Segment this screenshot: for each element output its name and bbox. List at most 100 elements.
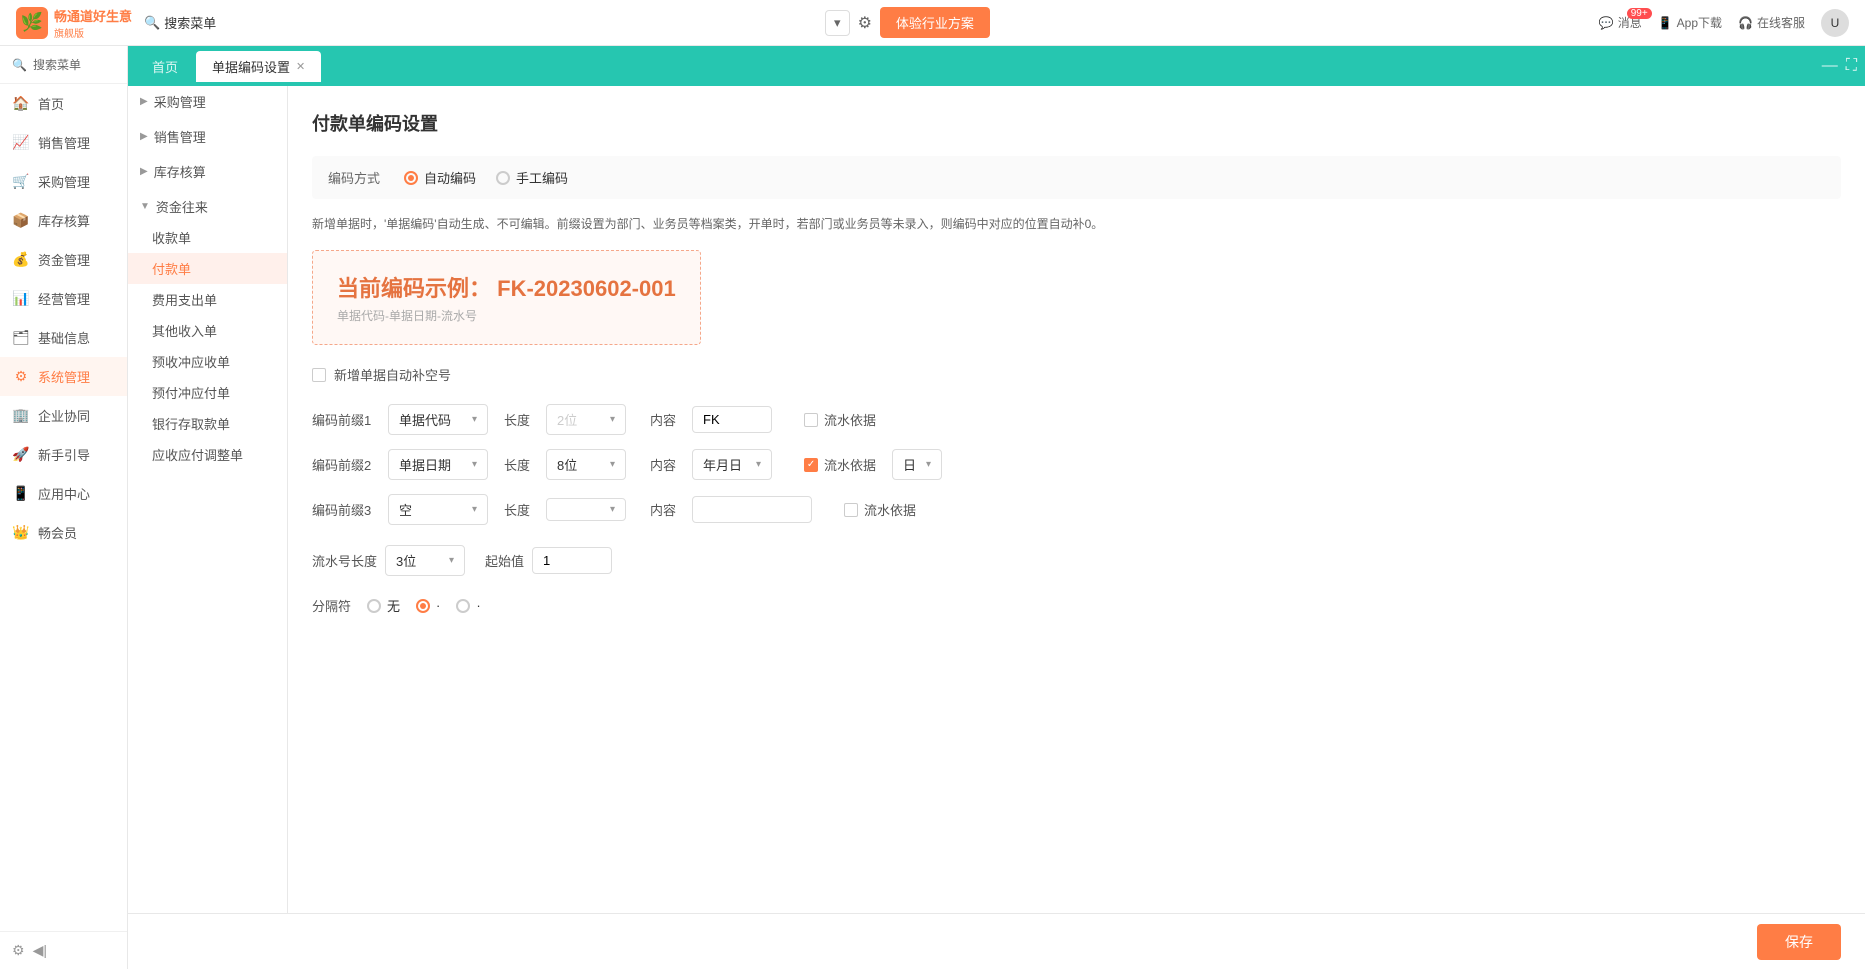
sidebar-item-guide[interactable]: 🚀 新手引导	[0, 435, 127, 474]
prefix3-value: 空	[399, 500, 412, 519]
sub-nav-inventory-label: 库存核算	[154, 162, 206, 181]
sub-nav-prepay-pay[interactable]: 预付冲应付单	[128, 377, 287, 408]
avatar[interactable]: U	[1821, 9, 1849, 37]
sub-nav-prepay-collect[interactable]: 预收冲应收单	[128, 346, 287, 377]
sidebar-item-basic[interactable]: 🗂 基础信息	[0, 318, 127, 357]
preview-code-value: FK-20230602-001	[497, 276, 676, 301]
save-button[interactable]: 保存	[1757, 924, 1841, 960]
app-icon: 📱	[1658, 16, 1673, 30]
prefix3-select[interactable]: 空 ▾	[388, 494, 488, 525]
prefix3-label: 编码前缀3	[312, 500, 372, 519]
prefix2-length-arrow: ▾	[610, 459, 615, 470]
prefix2-length-label: 长度	[504, 455, 530, 474]
sub-nav-ap-adjust-label: 应收应付调整单	[152, 448, 243, 463]
sub-nav-bank-deposit-label: 银行存取款单	[152, 417, 230, 432]
sidebar-item-apps[interactable]: 📱 应用中心	[0, 474, 127, 513]
prefix2-content-select[interactable]: 年月日 ▾	[692, 449, 772, 480]
prefix1-select[interactable]: 单据代码 ▾	[388, 404, 488, 435]
app-download-button[interactable]: 📱 App下载	[1658, 14, 1722, 31]
prefix3-length-arrow: ▾	[610, 504, 615, 515]
prefix1-length-arrow: ▾	[610, 414, 615, 425]
separator-dot2-radio[interactable]: ·	[456, 598, 480, 613]
sidebar-item-home-label: 首页	[38, 94, 64, 113]
user-name: U	[1831, 16, 1840, 30]
prefix2-serial-checkbox[interactable]: ✓	[804, 458, 818, 472]
prefix2-content-label: 内容	[650, 455, 676, 474]
tab-home[interactable]: 首页	[136, 51, 194, 82]
sidebar-item-inventory[interactable]: 📦 库存核算	[0, 201, 127, 240]
sidebar-item-system-label: 系统管理	[38, 367, 90, 386]
logo-icon: 🌿	[16, 7, 48, 39]
preview-desc: 单据代码-单据日期-流水号	[337, 307, 676, 324]
sidebar-item-sales[interactable]: 📈 销售管理	[0, 123, 127, 162]
manual-encode-radio[interactable]: 手工编码	[496, 168, 568, 187]
message-icon: 💬	[1599, 16, 1614, 30]
separator-dot-radio[interactable]: ·	[416, 598, 440, 613]
sub-nav-prepay-collect-label: 预收冲应收单	[152, 355, 230, 370]
settings-bottom-icon[interactable]: ⚙	[12, 942, 25, 959]
sub-nav-payment[interactable]: 付款单	[128, 253, 287, 284]
prefix3-serial-checkbox[interactable]	[844, 503, 858, 517]
tab-close-icon[interactable]: ✕	[296, 60, 305, 73]
prefix1-serial-checkbox[interactable]	[804, 413, 818, 427]
separator-none-radio[interactable]: 无	[367, 596, 400, 615]
online-service-button[interactable]: 🎧 在线客服	[1738, 14, 1805, 31]
auto-encode-radio[interactable]: 自动编码	[404, 168, 476, 187]
prefix2-select[interactable]: 单据日期 ▾	[388, 449, 488, 480]
prefix3-arrow: ▾	[472, 504, 477, 515]
sales-icon: 📈	[12, 134, 30, 151]
dropdown-text: ▾	[834, 15, 841, 31]
dropdown-button[interactable]: ▾	[825, 10, 850, 36]
trial-button[interactable]: 体验行业方案	[880, 7, 990, 38]
auto-fill-row: 新增单据自动补空号	[312, 365, 1841, 384]
sub-nav-finance-title[interactable]: ▼ 资金往来	[128, 191, 287, 222]
sidebar-item-purchase[interactable]: 🛒 采购管理	[0, 162, 127, 201]
sidebar-item-member[interactable]: 👑 畅会员	[0, 513, 127, 552]
sidebar-item-operation[interactable]: 📊 经营管理	[0, 279, 127, 318]
tab-serial-setting-label: 单据编码设置	[212, 57, 290, 76]
sidebar-item-home[interactable]: 🏠 首页	[0, 84, 127, 123]
settings-icon[interactable]: ⚙	[858, 13, 872, 33]
sub-nav-receipt[interactable]: 收款单	[128, 222, 287, 253]
prefix2-length-value: 8位	[557, 455, 577, 474]
prefix2-content-value: 年月日	[703, 455, 742, 474]
prefix3-length-select[interactable]: ▾	[546, 498, 626, 521]
bottom-bar: 保存	[128, 913, 1865, 969]
minimize-icon[interactable]: —	[1822, 57, 1838, 75]
sub-nav-ap-adjust[interactable]: 应收应付调整单	[128, 439, 287, 470]
sidebar-search[interactable]: 🔍 搜索菜单	[0, 46, 127, 84]
sidebar-item-finance[interactable]: 💰 资金管理	[0, 240, 127, 279]
auto-fill-checkbox[interactable]	[312, 368, 326, 382]
sub-nav-sales-title[interactable]: ▶ 销售管理	[128, 121, 287, 152]
start-value-input[interactable]	[532, 547, 612, 574]
prefix1-content-label: 内容	[650, 410, 676, 429]
prefix3-content-input[interactable]	[692, 496, 812, 523]
sub-nav-purchase-arrow: ▶	[140, 96, 148, 107]
date-unit-select[interactable]: 日 ▾	[892, 449, 942, 480]
search-menu-button[interactable]: 🔍 搜索菜单	[144, 13, 216, 32]
maximize-icon[interactable]: ⛶	[1846, 57, 1857, 75]
prefix2-length-select[interactable]: 8位 ▾	[546, 449, 626, 480]
sub-nav-finance-arrow: ▼	[140, 201, 150, 212]
sidebar-item-system[interactable]: ⚙ 系统管理	[0, 357, 127, 396]
collapse-icon[interactable]: ◀|	[33, 942, 47, 959]
page-title: 付款单编码设置	[312, 110, 1841, 136]
sub-nav-bank-deposit[interactable]: 银行存取款单	[128, 408, 287, 439]
sub-nav-receipt-label: 收款单	[152, 231, 191, 246]
sidebar-item-finance-label: 资金管理	[38, 250, 90, 269]
sub-nav-purchase-title[interactable]: ▶ 采购管理	[128, 86, 287, 117]
prefix1-content-input[interactable]	[692, 406, 772, 433]
radio-group: 自动编码 手工编码	[404, 168, 568, 187]
prefix1-serial-checkbox-group: 流水依据	[804, 410, 876, 429]
sub-nav-other-income[interactable]: 其他收入单	[128, 315, 287, 346]
message-button[interactable]: 💬 消息 99+	[1599, 14, 1642, 31]
sub-nav-inventory-title[interactable]: ▶ 库存核算	[128, 156, 287, 187]
tab-serial-setting[interactable]: 单据编码设置 ✕	[196, 51, 321, 82]
main-content: 付款单编码设置 编码方式 自动编码	[288, 86, 1865, 913]
sidebar-item-corp[interactable]: 🏢 企业协同	[0, 396, 127, 435]
page-wrapper: 付款单编码设置 编码方式 自动编码	[288, 86, 1865, 659]
serial-length-select[interactable]: 3位 ▾	[385, 545, 465, 576]
sub-nav-expense[interactable]: 费用支出单	[128, 284, 287, 315]
auto-encode-dot	[408, 175, 414, 181]
prefix1-length-select[interactable]: 2位 ▾	[546, 404, 626, 435]
